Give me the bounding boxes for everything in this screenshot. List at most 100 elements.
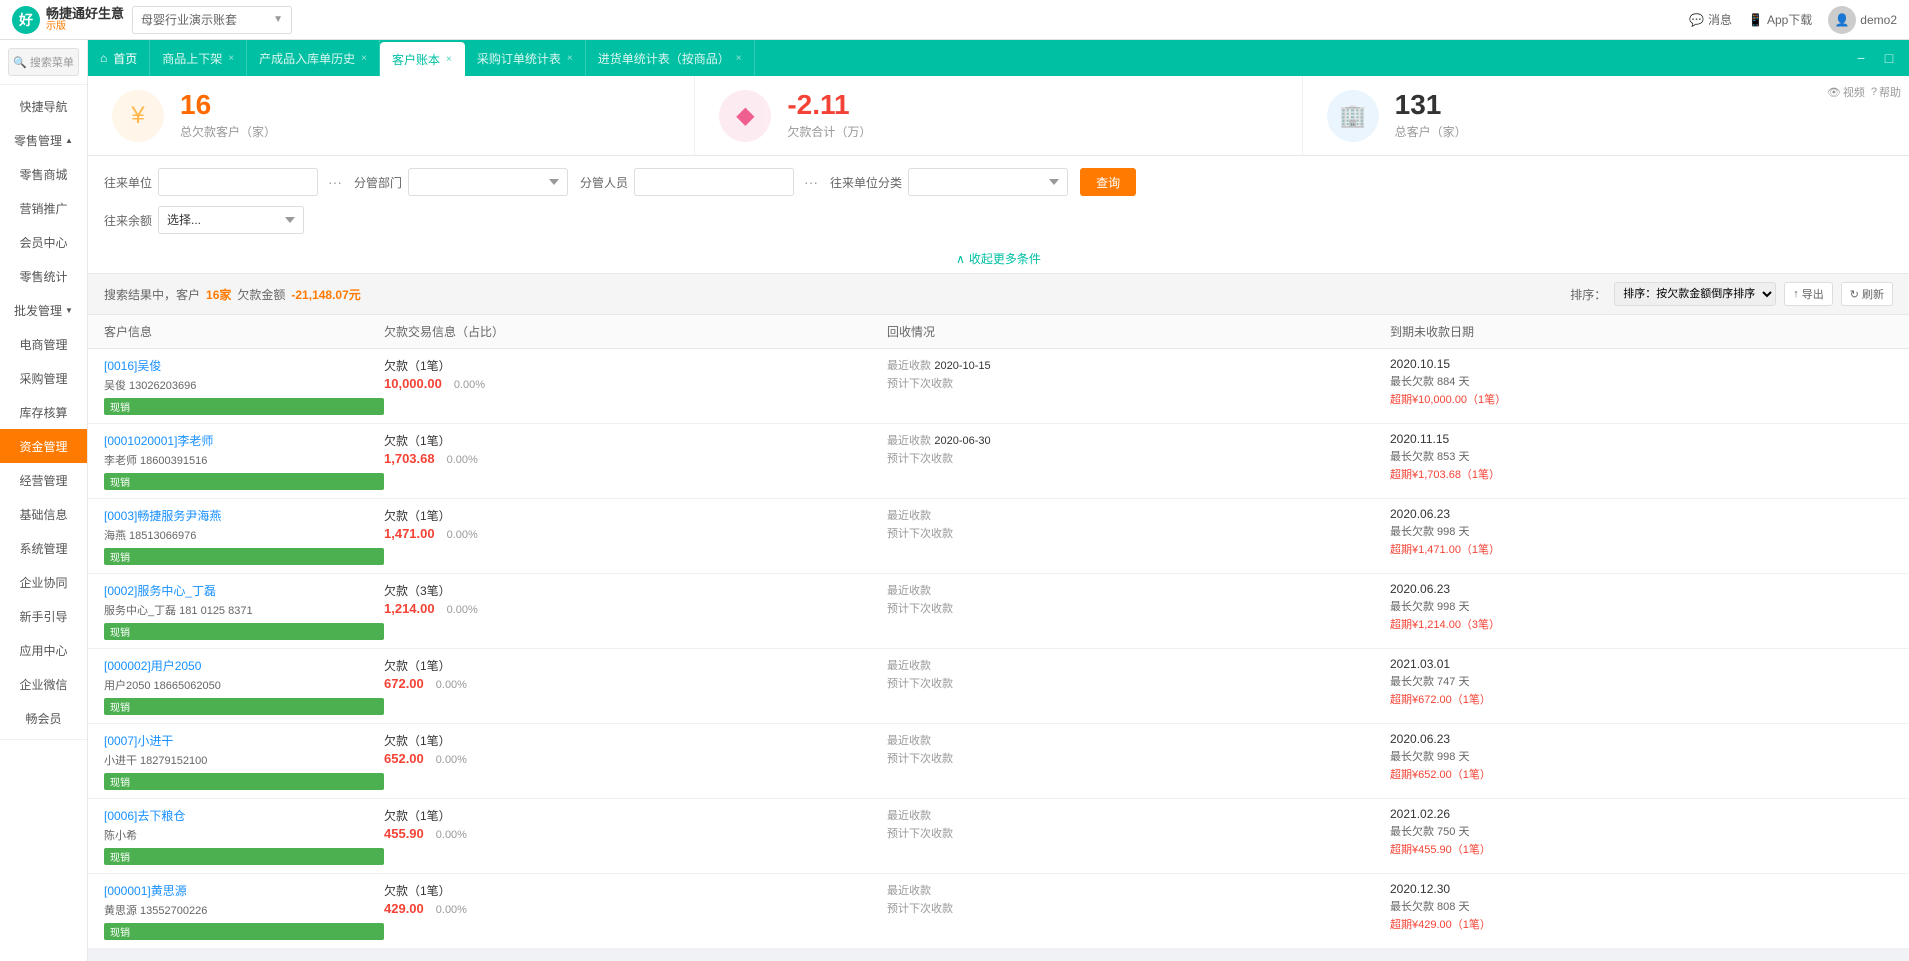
overdue-link-1[interactable]: 超期¥10,000.00（1笔） <box>1390 391 1893 407</box>
overdue-link-7[interactable]: 超期¥455.90（1笔） <box>1390 841 1893 857</box>
sidebar-item-operations[interactable]: 经营管理 <box>0 463 87 497</box>
customer-sub-2: 李老师 18600391516 <box>104 452 384 468</box>
overdue-date-7: 2021.02.26 <box>1390 807 1893 821</box>
overdue-cell-8: 2020.12.30 最长欠款 808 天 超期¥429.00（1笔） <box>1390 882 1893 932</box>
sidebar-item-new-guide[interactable]: 新手引导 <box>0 599 87 633</box>
customer-name-1[interactable]: [0016]吴俊 <box>104 357 384 374</box>
sidebar-search-btn[interactable]: 🔍 搜索菜单 <box>8 48 79 76</box>
recovery-note-1: 预计下次收款 <box>887 375 1390 391</box>
search-button[interactable]: 查询 <box>1080 168 1136 196</box>
refresh-btn[interactable]: ↻ 刷新 <box>1841 282 1893 306</box>
overdue-link-2[interactable]: 超期¥1,703.68（1笔） <box>1390 466 1893 482</box>
debt-row-1: 10,000.00 0.00% <box>384 376 887 391</box>
from-unit-input[interactable] <box>158 168 318 196</box>
app-download-btn[interactable]: 📱 App下载 <box>1748 11 1812 28</box>
sidebar-item-retail-stats[interactable]: 零售统计 <box>0 259 87 293</box>
overdue-cell-1: 2020.10.15 最长欠款 884 天 超期¥10,000.00（1笔） <box>1390 357 1893 407</box>
debt-cell-5: 欠款（1笔） 672.00 0.00% <box>384 657 887 691</box>
customer-name-2[interactable]: [0001020001]李老师 <box>104 432 384 449</box>
overdue-link-6[interactable]: 超期¥652.00（1笔） <box>1390 766 1893 782</box>
debt-count-2: 欠款（1笔） <box>384 432 887 449</box>
sidebar-item-retail-store[interactable]: 零售商城 <box>0 157 87 191</box>
dept-select[interactable] <box>408 168 568 196</box>
stat-icon-total: 🏢 <box>1327 90 1379 142</box>
tab-close-production-history[interactable]: × <box>361 53 367 64</box>
customer-name-6[interactable]: [0007]小进干 <box>104 732 384 749</box>
company-dropdown[interactable]: 母婴行业演示账套 ▼ <box>132 6 292 34</box>
help-icon: ? <box>1871 86 1877 98</box>
unit-class-select[interactable] <box>908 168 1068 196</box>
sidebar-item-enterprise-wechat[interactable]: 企业微信 <box>0 667 87 701</box>
overdue-date-2: 2020.11.15 <box>1390 432 1893 446</box>
overdue-link-5[interactable]: 超期¥672.00（1笔） <box>1390 691 1893 707</box>
tab-purchase-order[interactable]: 采购订单统计表 × <box>465 40 586 76</box>
collapse-btn[interactable]: ∧ 收起更多条件 <box>104 244 1893 273</box>
recovery-label-8: 最近收款 <box>887 885 931 897</box>
customer-sub-6: 小进干 18279152100 <box>104 752 384 768</box>
customer-cell-5: [000002]用户2050 用户2050 18665062050 现销 <box>104 657 384 715</box>
person-input[interactable] <box>634 168 794 196</box>
overdue-days-1: 最长欠款 884 天 <box>1390 373 1893 389</box>
sidebar-item-app-center[interactable]: 应用中心 <box>0 633 87 667</box>
tab-inbound-stats[interactable]: 进货单统计表（按商品） × <box>586 40 755 76</box>
window-minimize-btn[interactable]: − <box>1849 46 1873 70</box>
tab-bar-right: − □ <box>1849 46 1909 70</box>
debt-percent-2: 0.00% <box>447 454 478 466</box>
balance-select[interactable]: 选择... <box>158 206 304 234</box>
overdue-link-4[interactable]: 超期¥1,214.00（3笔） <box>1390 616 1893 632</box>
sort-select[interactable]: 排序：按欠款金额倒序排序 <box>1614 282 1776 306</box>
sidebar-item-quick[interactable]: 快捷导航 <box>0 89 87 123</box>
sidebar-item-member-plus[interactable]: 畅会员 <box>0 701 87 735</box>
message-btn[interactable]: 💬 消息 <box>1689 11 1732 28</box>
overdue-link-3[interactable]: 超期¥1,471.00（1笔） <box>1390 541 1893 557</box>
tab-close-product-shelf[interactable]: × <box>228 53 234 64</box>
customer-cell-8: [000001]黄思源 黄思源 13552700226 现销 <box>104 882 384 940</box>
view-btn[interactable]: 👁 视频 <box>1827 84 1865 100</box>
debt-amount-5: 672.00 <box>384 676 424 691</box>
customer-name-7[interactable]: [0006]去下粮仓 <box>104 807 384 824</box>
user-menu[interactable]: 👤 demo2 <box>1828 6 1897 34</box>
sidebar-item-marketing[interactable]: 营销推广 <box>0 191 87 225</box>
export-btn[interactable]: ↑ 导出 <box>1784 282 1833 306</box>
overdue-link-8[interactable]: 超期¥429.00（1笔） <box>1390 916 1893 932</box>
debt-cell-4: 欠款（3笔） 1,214.00 0.00% <box>384 582 887 616</box>
help-btn[interactable]: ? 帮助 <box>1871 84 1901 100</box>
recovery-cell-1: 最近收款 2020-10-15 预计下次收款 <box>887 357 1390 391</box>
tab-customer-account[interactable]: 客户账本 × <box>380 42 465 76</box>
customer-name-3[interactable]: [0003]畅捷服务尹海燕 <box>104 507 384 524</box>
tab-product-shelf[interactable]: 商品上下架 × <box>150 40 247 76</box>
sidebar-item-ecommerce[interactable]: 电商管理 <box>0 327 87 361</box>
table-row: [0016]吴俊 吴俊 13026203696 现销 欠款（1笔） 10,000… <box>88 349 1909 424</box>
tab-close-purchase-order[interactable]: × <box>567 53 573 64</box>
debt-cell-3: 欠款（1笔） 1,471.00 0.00% <box>384 507 887 541</box>
sidebar-item-inventory[interactable]: 库存核算 <box>0 395 87 429</box>
customer-sub-8: 黄思源 13552700226 <box>104 902 384 918</box>
customer-name-5[interactable]: [000002]用户2050 <box>104 657 384 674</box>
from-unit-dots[interactable]: ··· <box>328 174 342 190</box>
sidebar-item-retail-mgmt[interactable]: 零售管理 ▲ <box>0 123 87 157</box>
sidebar-nav: 快捷导航 零售管理 ▲ 零售商城 营销推广 会员中心 零售统计 批发管理 ▼ <box>0 85 87 740</box>
customer-name-4[interactable]: [0002]服务中心_丁磊 <box>104 582 384 599</box>
sidebar-item-basic-info[interactable]: 基础信息 <box>0 497 87 531</box>
customer-tag-8: 现销 <box>104 923 384 940</box>
overdue-date-8: 2020.12.30 <box>1390 882 1893 896</box>
sidebar-item-batch-mgmt[interactable]: 批发管理 ▼ <box>0 293 87 327</box>
overdue-date-4: 2020.06.23 <box>1390 582 1893 596</box>
sidebar-item-finance[interactable]: 资金管理 <box>0 429 87 463</box>
unit-class-select-container <box>908 168 1068 196</box>
customer-tag-4: 现销 <box>104 623 384 640</box>
tab-close-inbound-stats[interactable]: × <box>736 53 742 64</box>
person-dots[interactable]: ··· <box>804 174 818 190</box>
debt-percent-4: 0.00% <box>447 604 478 616</box>
tab-home[interactable]: ⌂ 首页 <box>88 40 150 76</box>
sidebar-item-member[interactable]: 会员中心 <box>0 225 87 259</box>
overdue-date-3: 2020.06.23 <box>1390 507 1893 521</box>
sidebar-item-system[interactable]: 系统管理 <box>0 531 87 565</box>
table-row: [0001020001]李老师 李老师 18600391516 现销 欠款（1笔… <box>88 424 1909 499</box>
customer-name-8[interactable]: [000001]黄思源 <box>104 882 384 899</box>
sidebar-item-enterprise-coop[interactable]: 企业协同 <box>0 565 87 599</box>
tab-close-customer-account[interactable]: × <box>446 54 452 65</box>
sidebar-item-purchase[interactable]: 采购管理 <box>0 361 87 395</box>
tab-production-history[interactable]: 产成品入库单历史 × <box>247 40 380 76</box>
window-maximize-btn[interactable]: □ <box>1877 46 1901 70</box>
